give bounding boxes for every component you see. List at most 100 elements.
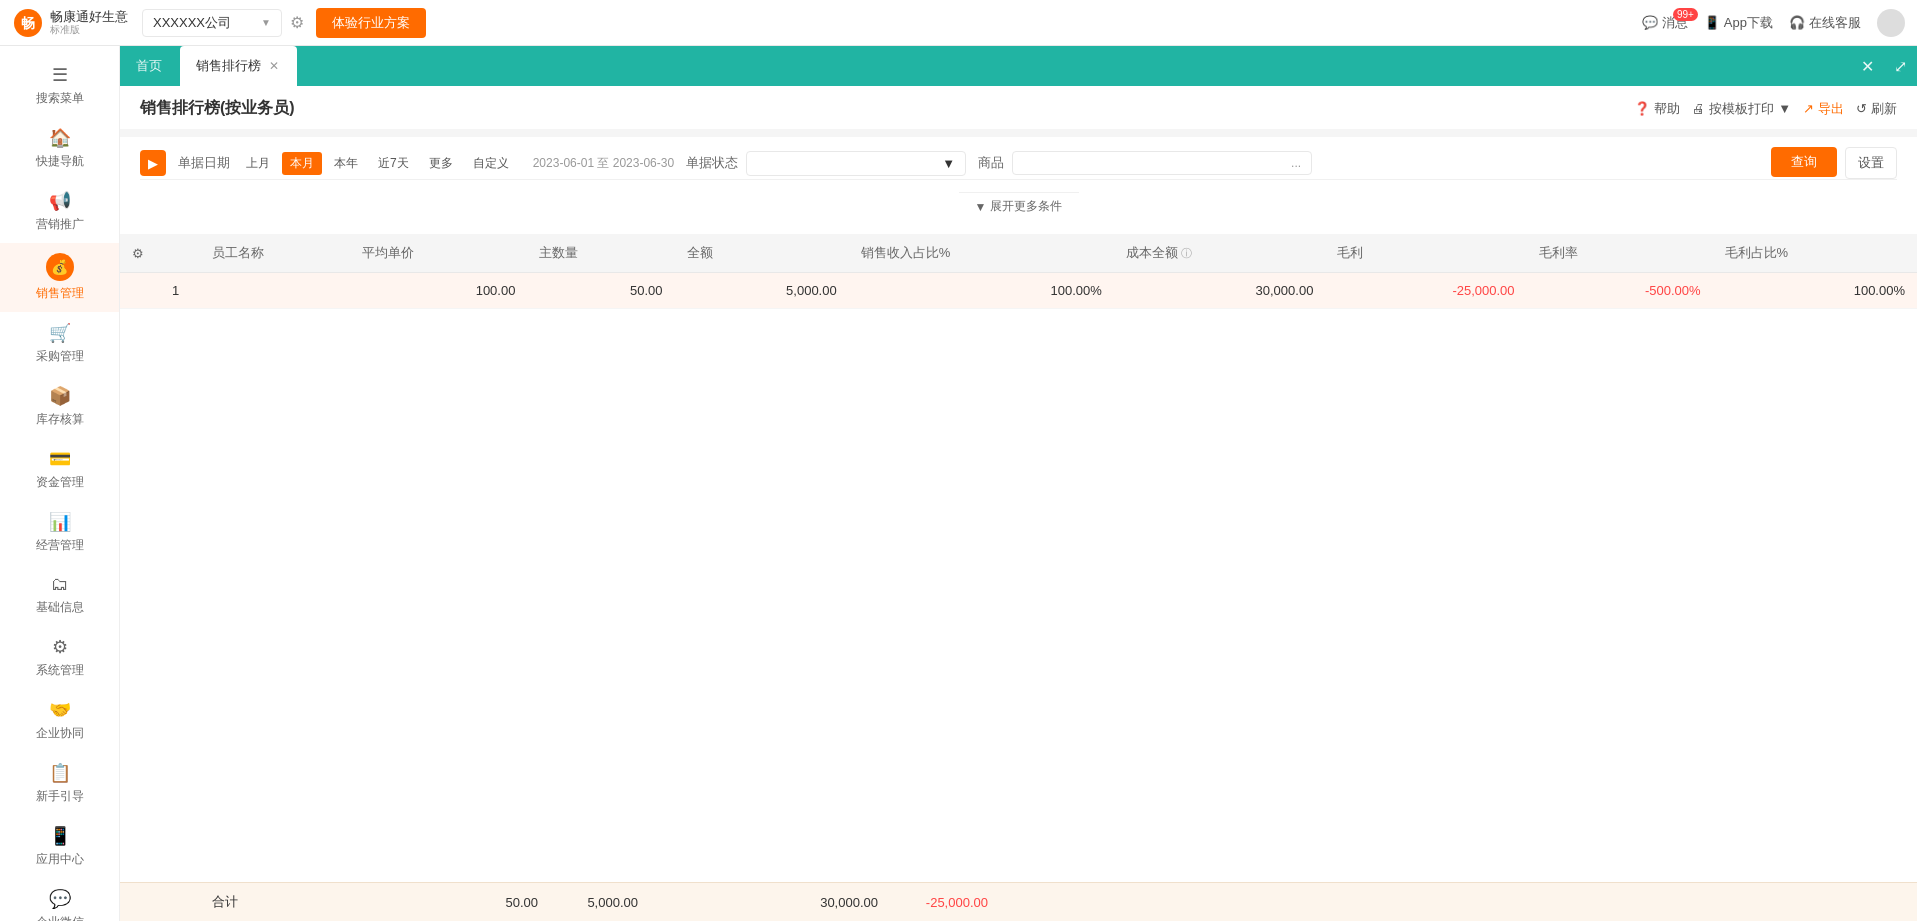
trial-button[interactable]: 体验行业方案 <box>316 8 426 38</box>
th-settings: ⚙ <box>120 234 160 273</box>
table-row: 1 100.00 50.00 5,000.00 100.00% 30,000.0… <box>120 273 1917 309</box>
data-table: ⚙ 员工名称 平均单价 主数量 全额 销售收入占比% 成本全额 ⓘ 毛利 毛 <box>120 234 1917 309</box>
query-button[interactable]: 查询 <box>1771 147 1837 177</box>
cost-info-icon: ⓘ <box>1181 247 1192 259</box>
date-tab-this-year[interactable]: 本年 <box>326 152 366 175</box>
print-icon: 🖨 <box>1692 101 1705 116</box>
newguide-icon: 📋 <box>49 762 71 784</box>
company-selector[interactable]: XXXXXX公司 ▼ <box>142 9 282 37</box>
table-container: ⚙ 员工名称 平均单价 主数量 全额 销售收入占比% 成本全额 ⓘ 毛利 毛 <box>120 234 1917 882</box>
th-gross-profit: 毛利 <box>1325 234 1526 273</box>
sidebar-label-search: 搜索菜单 <box>36 90 84 107</box>
sidebar-item-basicinfo[interactable]: 🗂 基础信息 <box>0 564 119 626</box>
enterprise-wechat-icon: 💬 <box>49 888 71 910</box>
inventory-icon: 📦 <box>49 385 71 407</box>
content-area: 首页 销售排行榜 ✕ ✕ ⤢ 销售排行榜(按业务员) ❓ 帮助 <box>120 46 1917 921</box>
sidebar-item-purchase[interactable]: 🛒 采购管理 <box>0 312 119 375</box>
appcenter-icon: 📱 <box>49 825 71 847</box>
message-icon: 💬 <box>1642 15 1658 30</box>
td-rank: 1 <box>160 273 200 309</box>
enterprise-collab-icon: 🤝 <box>49 699 71 721</box>
purchase-icon: 🛒 <box>49 322 71 344</box>
sidebar-item-operations[interactable]: 📊 经营管理 <box>0 501 119 564</box>
logo-sub: 标准版 <box>50 24 128 36</box>
date-label: 单据日期 <box>178 154 230 172</box>
header-actions: ❓ 帮助 🖨 按模板打印 ▼ ↗ 导出 ↺ <box>1634 100 1897 118</box>
sidebar-item-search-order[interactable]: ☰ 搜索菜单 <box>0 54 119 117</box>
tab-restore-icon[interactable]: ⤢ <box>1884 57 1917 76</box>
tab-sales-ranking[interactable]: 销售排行榜 ✕ <box>180 46 297 86</box>
goods-filter: 商品 ... <box>978 151 1312 175</box>
message-action[interactable]: 💬 消息 99+ <box>1642 14 1688 32</box>
refresh-icon: ↺ <box>1856 101 1867 116</box>
sidebar-item-appcenter[interactable]: 📱 应用中心 <box>0 815 119 878</box>
status-select[interactable]: ▼ <box>746 151 966 176</box>
sidebar-label-quicknav: 快捷导航 <box>36 153 84 170</box>
sidebar-label-operations: 经营管理 <box>36 537 84 554</box>
logo-title: 畅康通好生意 <box>50 9 128 25</box>
footer-cost-amount: 30,000.00 <box>770 895 890 910</box>
filter-actions: 查询 设置 <box>1771 147 1897 179</box>
page-title: 销售排行榜(按业务员) <box>140 98 295 119</box>
th-gross-pct: 毛利占比% <box>1713 234 1917 273</box>
date-tab-last-7days[interactable]: 近7天 <box>370 152 417 175</box>
date-tab-more[interactable]: 更多 <box>421 152 461 175</box>
settings-gear-icon[interactable]: ⚙ <box>290 13 304 32</box>
date-tab-last-month[interactable]: 上月 <box>238 152 278 175</box>
filter-settings-button[interactable]: 设置 <box>1845 147 1897 179</box>
tab-close-icon[interactable]: ✕ <box>267 57 281 75</box>
sidebar-item-enterprise-wechat[interactable]: 💬 企业微信 <box>0 878 119 921</box>
td-gross-profit: -25,000.00 <box>1325 273 1526 309</box>
sidebar-item-enterprise-collab[interactable]: 🤝 企业协同 <box>0 689 119 752</box>
online-service-label: 在线客服 <box>1809 14 1861 32</box>
sidebar-label-appcenter: 应用中心 <box>36 851 84 868</box>
tab-close-window-icon[interactable]: ✕ <box>1851 57 1884 76</box>
goods-input[interactable]: ... <box>1012 151 1312 175</box>
sidebar-label-sales: 销售管理 <box>36 285 84 302</box>
template-print-btn[interactable]: 🖨 按模板打印 ▼ <box>1692 100 1791 118</box>
sidebar-item-sales[interactable]: 💰 销售管理 <box>0 243 119 312</box>
help-btn[interactable]: ❓ 帮助 <box>1634 100 1680 118</box>
finance-icon: 💳 <box>49 448 71 470</box>
filter-row: ▶ 单据日期 上月 本月 本年 近7天 更多 自定义 <box>140 147 1897 179</box>
sidebar-label-finance: 资金管理 <box>36 474 84 491</box>
date-tab-this-month[interactable]: 本月 <box>282 152 322 175</box>
tab-home[interactable]: 首页 <box>120 46 178 86</box>
th-employee: 员工名称 <box>200 234 350 273</box>
sidebar-label-system: 系统管理 <box>36 662 84 679</box>
th-gross-rate: 毛利率 <box>1527 234 1713 273</box>
sidebar-label-enterprise-collab: 企业协同 <box>36 725 84 742</box>
date-tab-custom[interactable]: 自定义 <box>465 152 517 175</box>
table-footer-row: 合计 50.00 5,000.00 30,000.00 -25,000.00 <box>120 882 1917 921</box>
th-main-qty: 主数量 <box>527 234 674 273</box>
expand-conditions-btn[interactable]: ▼ 展开更多条件 <box>959 192 1079 220</box>
top-right-actions: 💬 消息 99+ 📱 App下载 🎧 在线客服 <box>1642 9 1905 37</box>
sales-icon: 💰 <box>46 253 74 281</box>
sidebar-item-marketing[interactable]: 📢 营销推广 <box>0 180 119 243</box>
th-avg-price: 平均单价 <box>350 234 527 273</box>
td-avg-price: 100.00 <box>350 273 527 309</box>
logo-text: 畅康通好生意 标准版 <box>50 9 128 37</box>
user-avatar[interactable] <box>1877 9 1905 37</box>
export-btn[interactable]: ↗ 导出 <box>1803 100 1844 118</box>
td-sales-pct: 100.00% <box>849 273 1114 309</box>
refresh-btn[interactable]: ↺ 刷新 <box>1856 100 1897 118</box>
column-settings-icon[interactable]: ⚙ <box>132 246 144 261</box>
online-service-action[interactable]: 🎧 在线客服 <box>1789 14 1861 32</box>
operations-icon: 📊 <box>49 511 71 533</box>
app-download-action[interactable]: 📱 App下载 <box>1704 14 1773 32</box>
th-rank <box>160 234 200 273</box>
filter-toggle-btn[interactable]: ▶ <box>140 150 166 176</box>
sidebar-item-system[interactable]: ⚙ 系统管理 <box>0 626 119 689</box>
main-area: ☰ 搜索菜单 🏠 快捷导航 📢 营销推广 💰 销售管理 🛒 采购管理 <box>0 46 1917 921</box>
company-name: XXXXXX公司 <box>153 14 231 32</box>
sidebar-item-quick-nav[interactable]: 🏠 快捷导航 <box>0 117 119 180</box>
more-icon[interactable]: ... <box>1291 156 1301 170</box>
logo-icon: 畅 <box>12 7 44 39</box>
tab-label: 销售排行榜 <box>196 57 261 75</box>
sidebar-item-newguide[interactable]: 📋 新手引导 <box>0 752 119 815</box>
th-sales-pct: 销售收入占比% <box>849 234 1114 273</box>
sidebar-item-inventory[interactable]: 📦 库存核算 <box>0 375 119 438</box>
sidebar-item-finance[interactable]: 💳 资金管理 <box>0 438 119 501</box>
date-tabs: 上月 本月 本年 近7天 更多 自定义 <box>238 152 517 175</box>
